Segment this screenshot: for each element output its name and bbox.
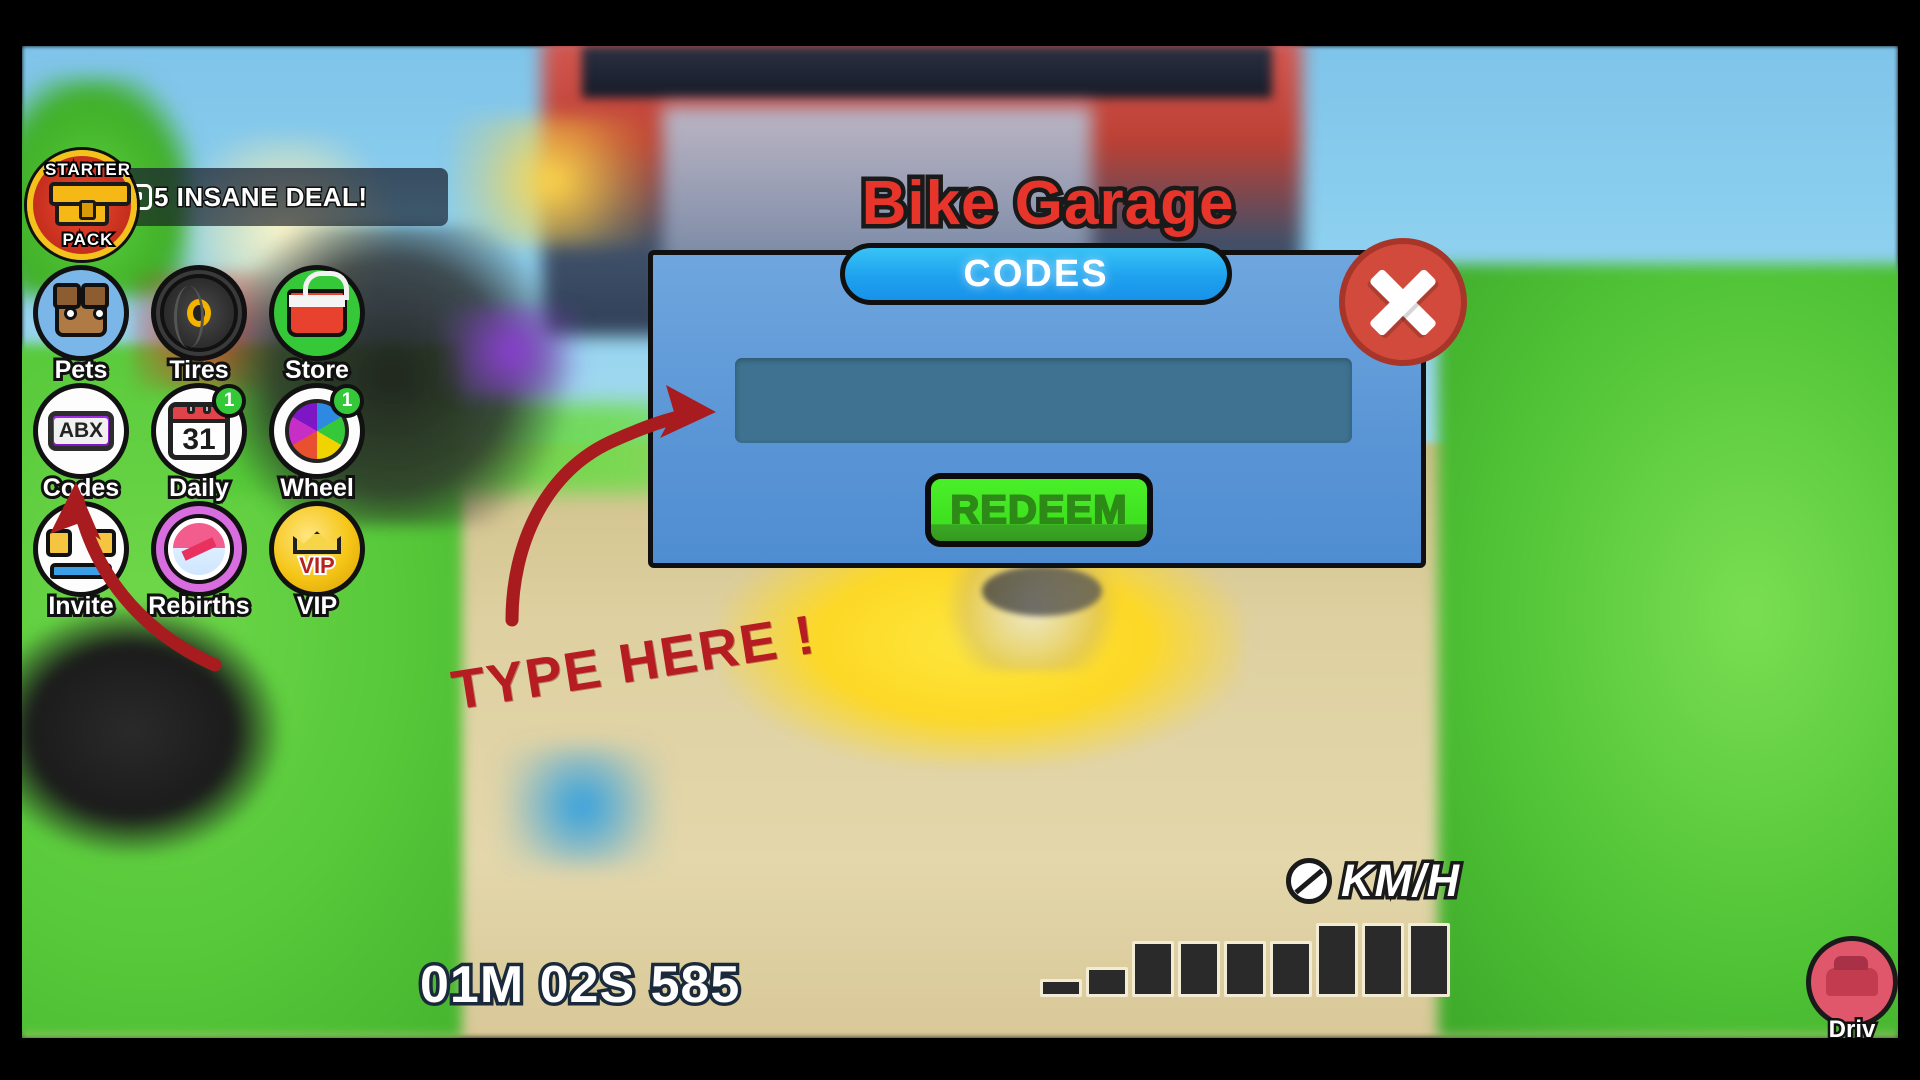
blue-object-blur: [502, 746, 662, 866]
speed-bar-segment: [1224, 941, 1266, 997]
sidebar-item-store[interactable]: Store: [258, 265, 376, 387]
vip-crown-icon: VIP: [283, 520, 351, 580]
letterbox-right: [1898, 0, 1920, 1080]
rebirths-circle: [151, 501, 247, 597]
event-timer: 01M 02S 585: [416, 953, 742, 1018]
insane-deal-banner[interactable]: 5 INSANE DEAL!: [118, 168, 448, 226]
abx-keyboard-icon: ABX: [48, 411, 114, 451]
hud-row-2: ABX Codes 1 31 Daily 1 Wheel: [22, 383, 382, 505]
shopping-cart-icon: [287, 271, 349, 337]
invite-circle: [33, 501, 129, 597]
rebirth-arrow: [181, 537, 217, 561]
daily-circle: 1 31: [151, 383, 247, 479]
sidebar-item-daily[interactable]: 1 31 Daily: [140, 383, 258, 505]
insane-deal-label: 5 INSANE DEAL!: [153, 180, 369, 213]
two-friends-icon: [46, 523, 116, 579]
speed-readout: KM/H: [1286, 852, 1463, 910]
speed-value: [1286, 858, 1333, 904]
calendar-ring-left: [187, 407, 195, 414]
drive-button[interactable]: [1806, 936, 1898, 1028]
sidebar-item-codes[interactable]: ABX Codes: [22, 383, 140, 505]
wheel-badge: 1: [330, 384, 364, 418]
sidebar-item-vip[interactable]: VIP VIP: [258, 501, 376, 623]
car-icon: [1826, 956, 1878, 996]
sidebar-label-wheel: Wheel: [277, 471, 357, 505]
tire-stack-blur: [22, 606, 282, 856]
dog-eyes: [64, 307, 106, 320]
codes-tab-header[interactable]: CODES: [840, 243, 1232, 305]
garage-roof: [582, 46, 1272, 98]
speed-bar-segment: [1132, 941, 1174, 997]
starter-pack-button[interactable]: STARTER PACK: [27, 150, 137, 260]
game-screen: 5 INSANE DEAL! STARTER PACK Pets Tires S…: [0, 0, 1920, 1080]
sidebar-item-invite[interactable]: Invite: [22, 501, 140, 623]
starter-pack-label-bottom: PACK: [61, 228, 115, 251]
sidebar-label-codes: Codes: [40, 471, 122, 505]
sidebar-label-invite: Invite: [45, 589, 116, 623]
page-title: Bike Garage: [857, 165, 1238, 243]
sidebar-item-rebirths[interactable]: Rebirths: [140, 501, 258, 623]
dog-head-icon: [53, 283, 109, 337]
codes-tab-label: CODES: [963, 252, 1109, 295]
codes-circle: ABX: [33, 383, 129, 479]
speed-bar-segment: [1270, 941, 1312, 997]
dog-eye-right: [93, 307, 106, 320]
close-button[interactable]: [1339, 238, 1467, 366]
rebirth-arrow-icon: [168, 518, 230, 580]
speed-bar-segment: [1408, 923, 1450, 997]
tire-icon: [160, 274, 238, 352]
bike-purple-blur: [442, 306, 582, 396]
sidebar-item-tires[interactable]: Tires: [140, 265, 258, 387]
pets-circle: [33, 265, 129, 361]
store-circle: [269, 265, 365, 361]
speed-bar-segment: [1178, 941, 1220, 997]
hud-row-3: Invite Rebirths VIP VIP: [22, 501, 382, 623]
code-input[interactable]: [735, 358, 1352, 443]
sidebar-label-rebirths: Rebirths: [145, 589, 252, 623]
redeem-button[interactable]: REDEEM: [925, 473, 1153, 547]
letterbox-top: [0, 0, 1920, 46]
vip-circle: VIP: [269, 501, 365, 597]
speed-bar-gauge: [1040, 923, 1450, 997]
tires-circle: [151, 265, 247, 361]
friends-body: [50, 563, 112, 579]
crown-shape: [293, 531, 341, 554]
hud-button-grid: Pets Tires Store ABX Codes 1 31 Daily 1 …: [22, 265, 382, 623]
starter-pack-label-top: STARTER: [43, 158, 132, 181]
friend-left: [46, 529, 72, 557]
speed-unit-label: KM/H: [1338, 852, 1463, 910]
daily-badge: 1: [212, 384, 246, 418]
treasure-chest-icon: [49, 182, 131, 226]
calendar-day: 31: [182, 423, 216, 456]
sidebar-item-wheel[interactable]: 1 Wheel: [258, 383, 376, 505]
abx-keys-label: ABX: [53, 418, 109, 444]
speed-bar-segment: [1362, 923, 1404, 997]
player-character-shadow: [982, 566, 1102, 616]
sidebar-label-tires: Tires: [166, 353, 231, 387]
sidebar-label-store: Store: [282, 353, 352, 387]
sidebar-label-vip: VIP: [294, 589, 340, 623]
calendar-ring-right: [203, 407, 211, 414]
grass-right: [1438, 264, 1898, 1038]
speed-bar-segment: [1086, 967, 1128, 997]
speed-bar-segment: [1316, 923, 1358, 997]
hud-row-1: Pets Tires Store: [22, 265, 382, 387]
wheel-circle: 1: [269, 383, 365, 479]
sidebar-label-daily: Daily: [166, 471, 232, 505]
speedometer: KM/H: [1040, 852, 1463, 1015]
letterbox-left: [0, 0, 22, 1080]
vip-text: VIP: [297, 552, 337, 580]
dog-eye-left: [64, 307, 77, 320]
tire-tread: [174, 286, 204, 348]
friend-right: [90, 529, 116, 557]
sidebar-item-pets[interactable]: Pets: [22, 265, 140, 387]
sidebar-label-pets: Pets: [52, 353, 111, 387]
speed-bar-segment: [1040, 979, 1082, 997]
letterbox-bottom: [0, 1038, 1920, 1080]
